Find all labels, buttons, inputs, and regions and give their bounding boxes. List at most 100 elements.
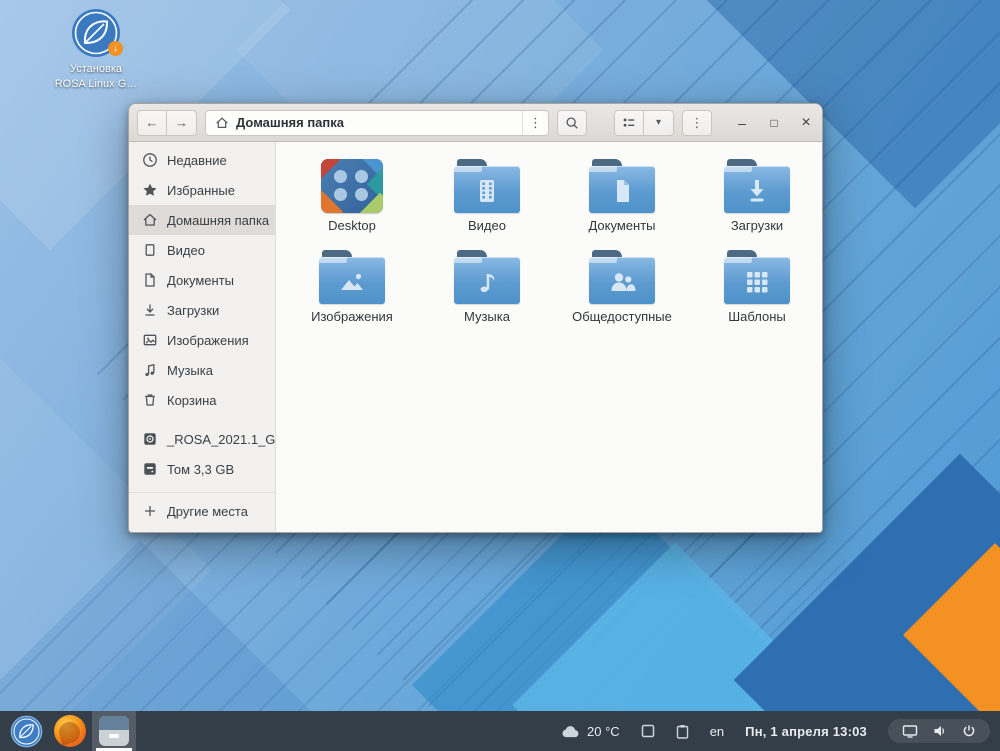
volume-icon — [934, 726, 945, 736]
file-item-download[interactable]: Загрузки — [698, 155, 816, 237]
clock[interactable]: Пн, 1 апреля 13:03 — [745, 724, 867, 739]
forward-button[interactable]: → — [167, 109, 197, 136]
sidebar-device-disc[interactable]: _ROSA_2021.1_GNO — [129, 424, 275, 454]
file-item-music[interactable]: Музыка — [428, 246, 546, 328]
search-button[interactable] — [557, 109, 587, 136]
installer-shortcut[interactable]: ↓ Установка ROSA Linux G… — [50, 8, 142, 92]
sidebar-item-label: Музыка — [167, 362, 213, 378]
sidebar-item-document[interactable]: Документы — [129, 265, 275, 295]
system-status-area[interactable] — [888, 719, 990, 743]
sidebar-item-star[interactable]: Избранные — [129, 175, 275, 205]
file-item-document[interactable]: Документы — [563, 155, 681, 237]
sidebar-item-label: Загрузки — [167, 302, 220, 318]
close-button[interactable]: × — [798, 114, 814, 132]
sidebar-item-label: Документы — [167, 272, 235, 288]
music-emblem-icon — [454, 260, 520, 304]
sidebar-item-label: Том 3,3 GB — [167, 461, 235, 477]
list-view-icon — [623, 118, 635, 126]
forward-icon: → — [175, 115, 188, 130]
sidebar-item-label: Изображения — [167, 332, 249, 348]
file-label: Изображения — [311, 309, 393, 324]
folder-icon-templates — [724, 250, 790, 304]
sidebar-item-clock[interactable]: Недавние — [129, 145, 275, 175]
image-emblem-icon — [319, 260, 385, 304]
taskbar-firefox-button[interactable] — [48, 711, 92, 751]
file-item-video[interactable]: Видео — [428, 155, 546, 237]
sidebar-item-download[interactable]: Загрузки — [129, 295, 275, 325]
desktop-tile-icon — [321, 159, 383, 213]
installer-label-line1: Установка — [70, 63, 122, 75]
video-icon — [142, 242, 158, 258]
rosa-logo-icon: ↓ — [71, 8, 123, 58]
star-icon — [142, 182, 158, 198]
sidebar-item-image[interactable]: Изображения — [129, 325, 275, 355]
document-emblem-icon — [589, 169, 655, 213]
download-emblem-icon — [724, 169, 790, 213]
sidebar-devices: _ROSA_2021.1_GNO Том 3,3 GB — [129, 424, 275, 484]
rosa-logo-icon — [10, 715, 42, 747]
back-button[interactable]: ← — [137, 109, 167, 136]
kebab-menu-icon: ⋮ — [690, 114, 704, 130]
window-menu-button[interactable]: ⋮ — [682, 109, 712, 136]
folder-icon-download — [724, 159, 790, 213]
file-label: Desktop — [328, 218, 376, 233]
file-label: Музыка — [464, 309, 510, 324]
folder-icon-image — [319, 250, 385, 304]
clock-icon — [142, 152, 158, 168]
sidebar-item-label: Избранные — [167, 182, 235, 198]
file-item-image[interactable]: Изображения — [293, 246, 411, 328]
temperature-label: 20 °C — [587, 723, 620, 739]
video-emblem-icon — [454, 169, 520, 213]
clipboard-indicator[interactable] — [676, 724, 689, 739]
keyboard-layout-label: en — [709, 723, 725, 739]
sidebar-item-label: Видео — [167, 242, 205, 258]
document-icon — [142, 272, 158, 288]
chevron-down-icon: ▾ — [655, 117, 662, 128]
window-controls: – □ × — [734, 114, 814, 132]
sidebar: Недавние Избранные Домашняя папка Видео … — [129, 142, 276, 532]
templates-emblem-icon — [724, 260, 790, 304]
sidebar-list: Недавние Избранные Домашняя папка Видео … — [129, 145, 275, 415]
minimize-button[interactable]: – — [734, 115, 750, 131]
file-view[interactable]: Desktop Видео Документы Загрузки Изображ… — [276, 142, 822, 532]
installer-label-line2: ROSA Linux G… — [54, 77, 138, 90]
sidebar-item-other-places[interactable]: Другие места — [129, 496, 275, 526]
sidebar-device-volume[interactable]: Том 3,3 GB — [129, 454, 275, 484]
workspace-indicator[interactable] — [641, 724, 655, 738]
clipboard-icon — [676, 724, 688, 739]
sidebar-item-music[interactable]: Музыка — [129, 355, 275, 385]
sidebar-item-home[interactable]: Домашняя папка — [129, 205, 275, 235]
taskbar-files-button[interactable] — [92, 711, 136, 751]
disc-icon — [142, 431, 158, 447]
taskbar: 20 °C en Пн, 1 апреля 13:03 — [0, 711, 1000, 751]
folder-icon-video — [454, 159, 520, 213]
view-options-button[interactable]: ▾ — [644, 109, 674, 136]
sidebar-item-label: Недавние — [167, 152, 227, 168]
path-menu-button[interactable]: ⋮ — [522, 110, 548, 135]
keyboard-layout-indicator[interactable]: en — [710, 724, 724, 739]
install-badge-icon: ↓ — [108, 41, 123, 56]
file-item-templates[interactable]: Шаблоны — [698, 246, 816, 328]
weather-cloud-icon — [562, 726, 579, 738]
maximize-button[interactable]: □ — [766, 116, 782, 130]
sidebar-item-video[interactable]: Видео — [129, 235, 275, 265]
file-manager-window: ← → Домашняя папка ⋮ ▾ ⋮ – □ × Недавние … — [128, 103, 823, 533]
plus-icon — [142, 503, 158, 519]
download-icon — [142, 302, 158, 318]
file-item-desktop[interactable]: Desktop — [293, 155, 411, 237]
power-icon — [963, 725, 975, 737]
files-app-icon — [99, 716, 129, 746]
path-bar[interactable]: Домашняя папка ⋮ — [205, 109, 549, 136]
sidebar-item-trash[interactable]: Корзина — [129, 385, 275, 415]
titlebar[interactable]: ← → Домашняя папка ⋮ ▾ ⋮ – □ × — [129, 104, 822, 142]
folder-icon-document — [589, 159, 655, 213]
file-item-public[interactable]: Общедоступные — [563, 246, 681, 328]
view-mode-button[interactable] — [614, 109, 644, 136]
music-icon — [142, 362, 158, 378]
image-icon — [142, 332, 158, 348]
weather-indicator[interactable]: 20 °C — [561, 724, 620, 739]
taskbar-rosa-menu-button[interactable] — [4, 711, 48, 751]
file-label: Видео — [468, 218, 506, 233]
folder-icon-music — [454, 250, 520, 304]
system-tray: 20 °C en Пн, 1 апреля 13:03 — [561, 719, 990, 743]
